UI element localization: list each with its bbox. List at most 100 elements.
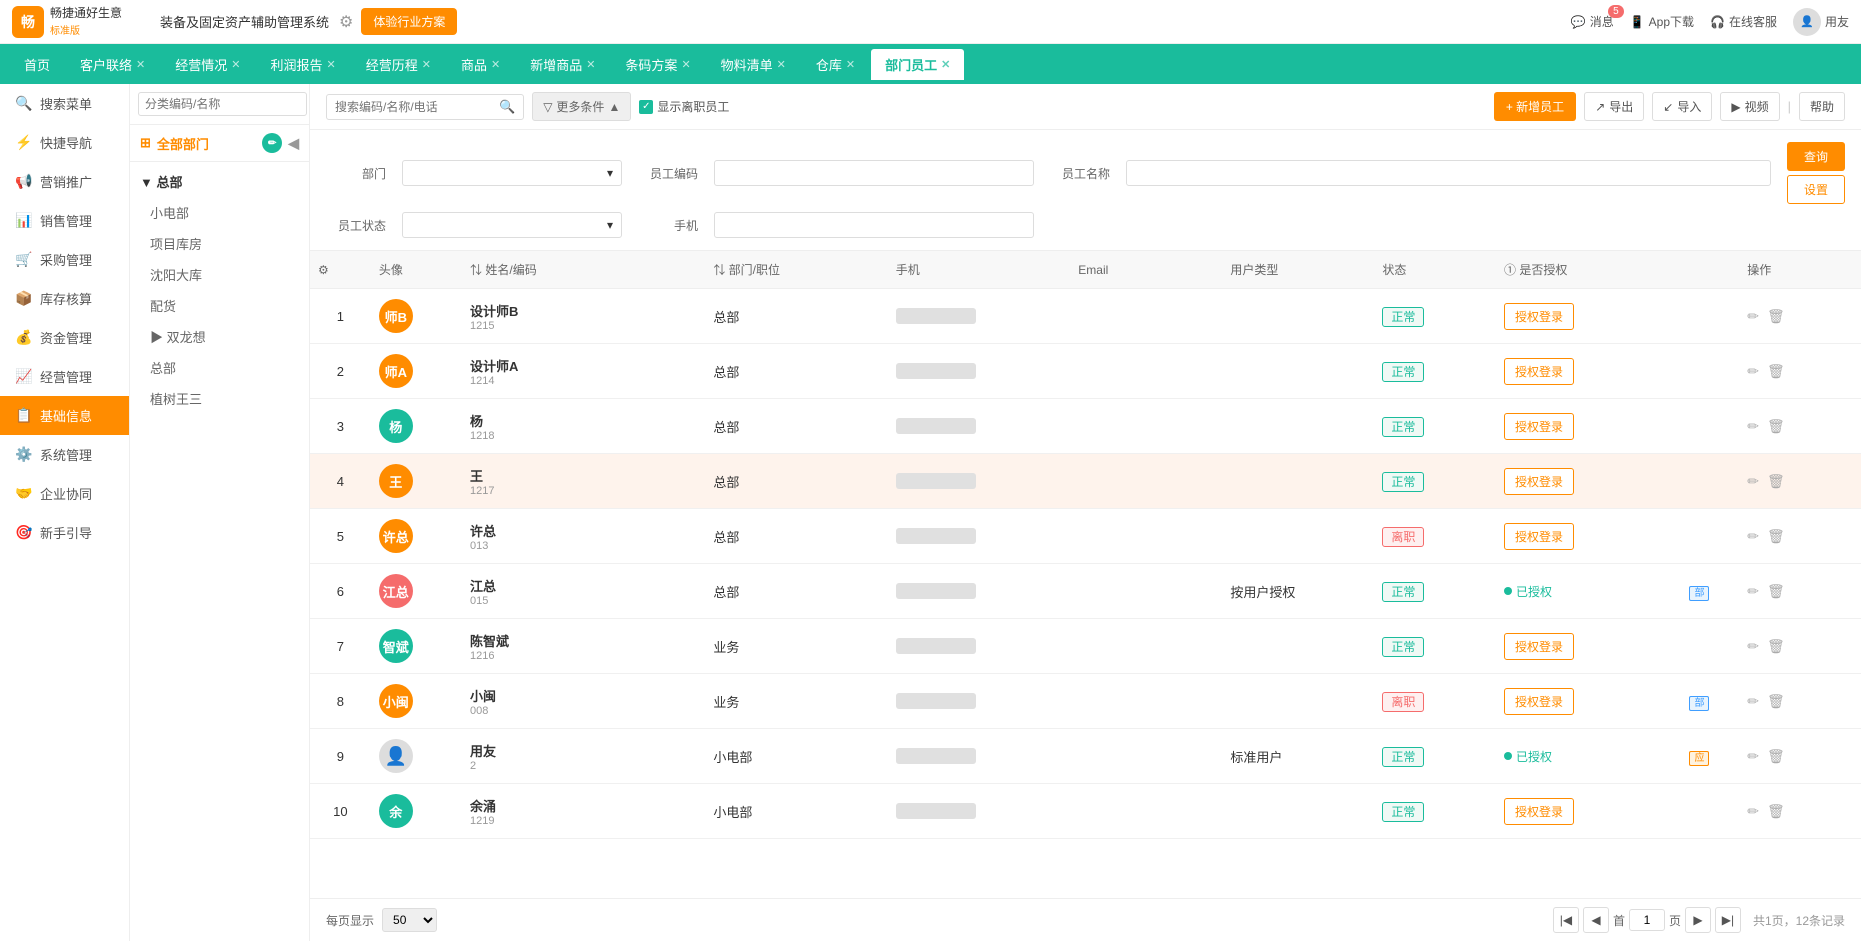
tab-close-icon[interactable]: ✕ (941, 58, 950, 71)
dept-node-nanwang[interactable]: 植树王三 (130, 383, 309, 414)
delete-icon[interactable]: 🗑 (1767, 308, 1785, 325)
reset-button[interactable]: 设置 (1787, 175, 1845, 204)
sidebar-item-inventory[interactable]: 📦 库存核算 (0, 279, 129, 318)
edit-icon[interactable]: ✏ (1747, 308, 1759, 325)
nav-tab-profit[interactable]: 利润报告✕ (256, 49, 349, 80)
sidebar-item-search[interactable]: 🔍 搜索菜单 (0, 84, 129, 123)
tab-close-icon[interactable]: ✕ (231, 58, 240, 71)
delete-icon[interactable]: 🗑 (1767, 583, 1785, 600)
dept-select[interactable]: ▾ (402, 160, 622, 186)
edit-icon[interactable]: ✏ (1747, 528, 1759, 545)
nav-tab-goods[interactable]: 商品✕ (447, 49, 514, 80)
sidebar-item-sales[interactable]: 📊 销售管理 (0, 201, 129, 240)
auth-button[interactable]: 授权登录 (1504, 303, 1574, 330)
sidebar-item-basic[interactable]: 📋 基础信息 (0, 396, 129, 435)
delete-icon[interactable]: 🗑 (1767, 748, 1785, 765)
page-size-select[interactable]: 50 100 (382, 908, 437, 932)
delete-icon[interactable]: 🗑 (1767, 693, 1785, 710)
import-button[interactable]: ↙ 导入 (1652, 92, 1712, 121)
auth-button[interactable]: 授权登录 (1504, 523, 1574, 550)
more-filters-button[interactable]: ▽ 更多条件 ▲ (532, 92, 631, 121)
query-button[interactable]: 查询 (1787, 142, 1845, 171)
emp-name-input[interactable] (1126, 160, 1771, 186)
auth-button[interactable]: 授权登录 (1504, 633, 1574, 660)
dept-node-xiaodian[interactable]: 小电部 (130, 197, 309, 228)
collapse-dept-icon[interactable]: ◀ (288, 135, 299, 152)
edit-icon[interactable]: ✏ (1747, 693, 1759, 710)
phone-input[interactable] (714, 212, 1034, 238)
prev-page-button[interactable]: ◀ (1583, 907, 1609, 933)
dept-node-xiangmu[interactable]: 项目库房 (130, 228, 309, 259)
nav-tab-material[interactable]: 物料清单✕ (707, 49, 800, 80)
dept-node-zongbu2[interactable]: 总部 (130, 352, 309, 383)
emp-status-select[interactable]: ▾ (402, 212, 622, 238)
auth-button[interactable]: 授权登录 (1504, 688, 1574, 715)
user-item[interactable]: 👤 用友 (1793, 8, 1849, 36)
tab-close-icon[interactable]: ✕ (586, 58, 595, 71)
sidebar-item-operation[interactable]: 📈 经营管理 (0, 357, 129, 396)
delete-icon[interactable]: 🗑 (1767, 363, 1785, 380)
auth-button[interactable]: 授权登录 (1504, 468, 1574, 495)
tab-close-icon[interactable]: ✕ (422, 58, 431, 71)
trial-button[interactable]: 体验行业方案 (361, 8, 457, 35)
edit-icon[interactable]: ✏ (1747, 583, 1759, 600)
app-download-item[interactable]: 📱 App下载 (1630, 13, 1694, 30)
nav-tab-new_goods[interactable]: 新增商品✕ (516, 49, 609, 80)
auth-button[interactable]: 授权登录 (1504, 413, 1574, 440)
edit-icon[interactable]: ✏ (1747, 418, 1759, 435)
sidebar-item-purchase[interactable]: 🛒 采购管理 (0, 240, 129, 279)
edit-icon[interactable]: ✏ (1747, 803, 1759, 820)
edit-icon[interactable]: ✏ (1747, 363, 1759, 380)
sidebar-item-collab[interactable]: 🤝 企业协同 (0, 474, 129, 513)
nav-tab-department[interactable]: 部门员工✕ (871, 49, 964, 80)
edit-dept-icon[interactable]: ✏ (262, 133, 282, 153)
tab-close-icon[interactable]: ✕ (777, 58, 786, 71)
dept-node-zongbu[interactable]: ▼ 总部 (130, 166, 309, 197)
last-page-button[interactable]: ▶| (1715, 907, 1741, 933)
tab-close-icon[interactable]: ✕ (327, 58, 336, 71)
tab-close-icon[interactable]: ✕ (136, 58, 145, 71)
dept-node-shuanglong[interactable]: ▶ 双龙想 (130, 321, 309, 352)
message-item[interactable]: 💬 消息 5 (1571, 13, 1614, 30)
delete-icon[interactable]: 🗑 (1767, 473, 1785, 490)
delete-icon[interactable]: 🗑 (1767, 418, 1785, 435)
nav-tab-process[interactable]: 经营历程✕ (352, 49, 445, 80)
delete-icon[interactable]: 🗑 (1767, 803, 1785, 820)
tab-close-icon[interactable]: ✕ (491, 58, 500, 71)
show-resigned-toggle[interactable]: ✓ 显示离职员工 (639, 98, 729, 115)
help-button[interactable]: 帮助 (1799, 92, 1845, 121)
nav-tab-customer[interactable]: 客户联络✕ (66, 49, 159, 80)
edit-icon[interactable]: ✏ (1747, 638, 1759, 655)
sidebar-item-marketing[interactable]: 📢 营销推广 (0, 162, 129, 201)
auth-button[interactable]: 授权登录 (1504, 358, 1574, 385)
tab-close-icon[interactable]: ✕ (681, 58, 690, 71)
next-page-button[interactable]: ▶ (1685, 907, 1711, 933)
delete-icon[interactable]: 🗑 (1767, 638, 1785, 655)
sidebar-item-quick_nav[interactable]: ⚡ 快捷导航 (0, 123, 129, 162)
first-page-button[interactable]: |◀ (1553, 907, 1579, 933)
dept-search-input[interactable] (138, 92, 307, 116)
nav-tab-home[interactable]: 首页 (10, 49, 64, 80)
online-service-item[interactable]: 🎧 在线客服 (1710, 13, 1777, 30)
settings-col-icon[interactable]: ⚙ (318, 263, 329, 277)
view-button[interactable]: ▶ 视频 (1720, 92, 1779, 121)
edit-icon[interactable]: ✏ (1747, 473, 1759, 490)
nav-tab-profit_report[interactable]: 经营情况✕ (161, 49, 254, 80)
sidebar-item-guide[interactable]: 🎯 新手引导 (0, 513, 129, 552)
page-input[interactable] (1629, 909, 1665, 931)
edit-icon[interactable]: ✏ (1747, 748, 1759, 765)
search-input[interactable] (335, 100, 495, 114)
tab-close-icon[interactable]: ✕ (846, 58, 855, 71)
auth-button[interactable]: 授权登录 (1504, 798, 1574, 825)
emp-code-input[interactable] (714, 160, 1034, 186)
export-button[interactable]: ↗ 导出 (1584, 92, 1644, 121)
nav-tab-warehouse[interactable]: 仓库✕ (802, 49, 869, 80)
sidebar-item-finance[interactable]: 💰 资金管理 (0, 318, 129, 357)
sidebar-item-system[interactable]: ⚙️ 系统管理 (0, 435, 129, 474)
nav-tab-barcode[interactable]: 条码方案✕ (611, 49, 704, 80)
dept-node-shenyang[interactable]: 沈阳大库 (130, 259, 309, 290)
add-employee-button[interactable]: + 新增员工 (1494, 92, 1576, 121)
delete-icon[interactable]: 🗑 (1767, 528, 1785, 545)
dept-node-peihuo[interactable]: 配货 (130, 290, 309, 321)
settings-icon[interactable]: ⚙ (339, 12, 353, 32)
